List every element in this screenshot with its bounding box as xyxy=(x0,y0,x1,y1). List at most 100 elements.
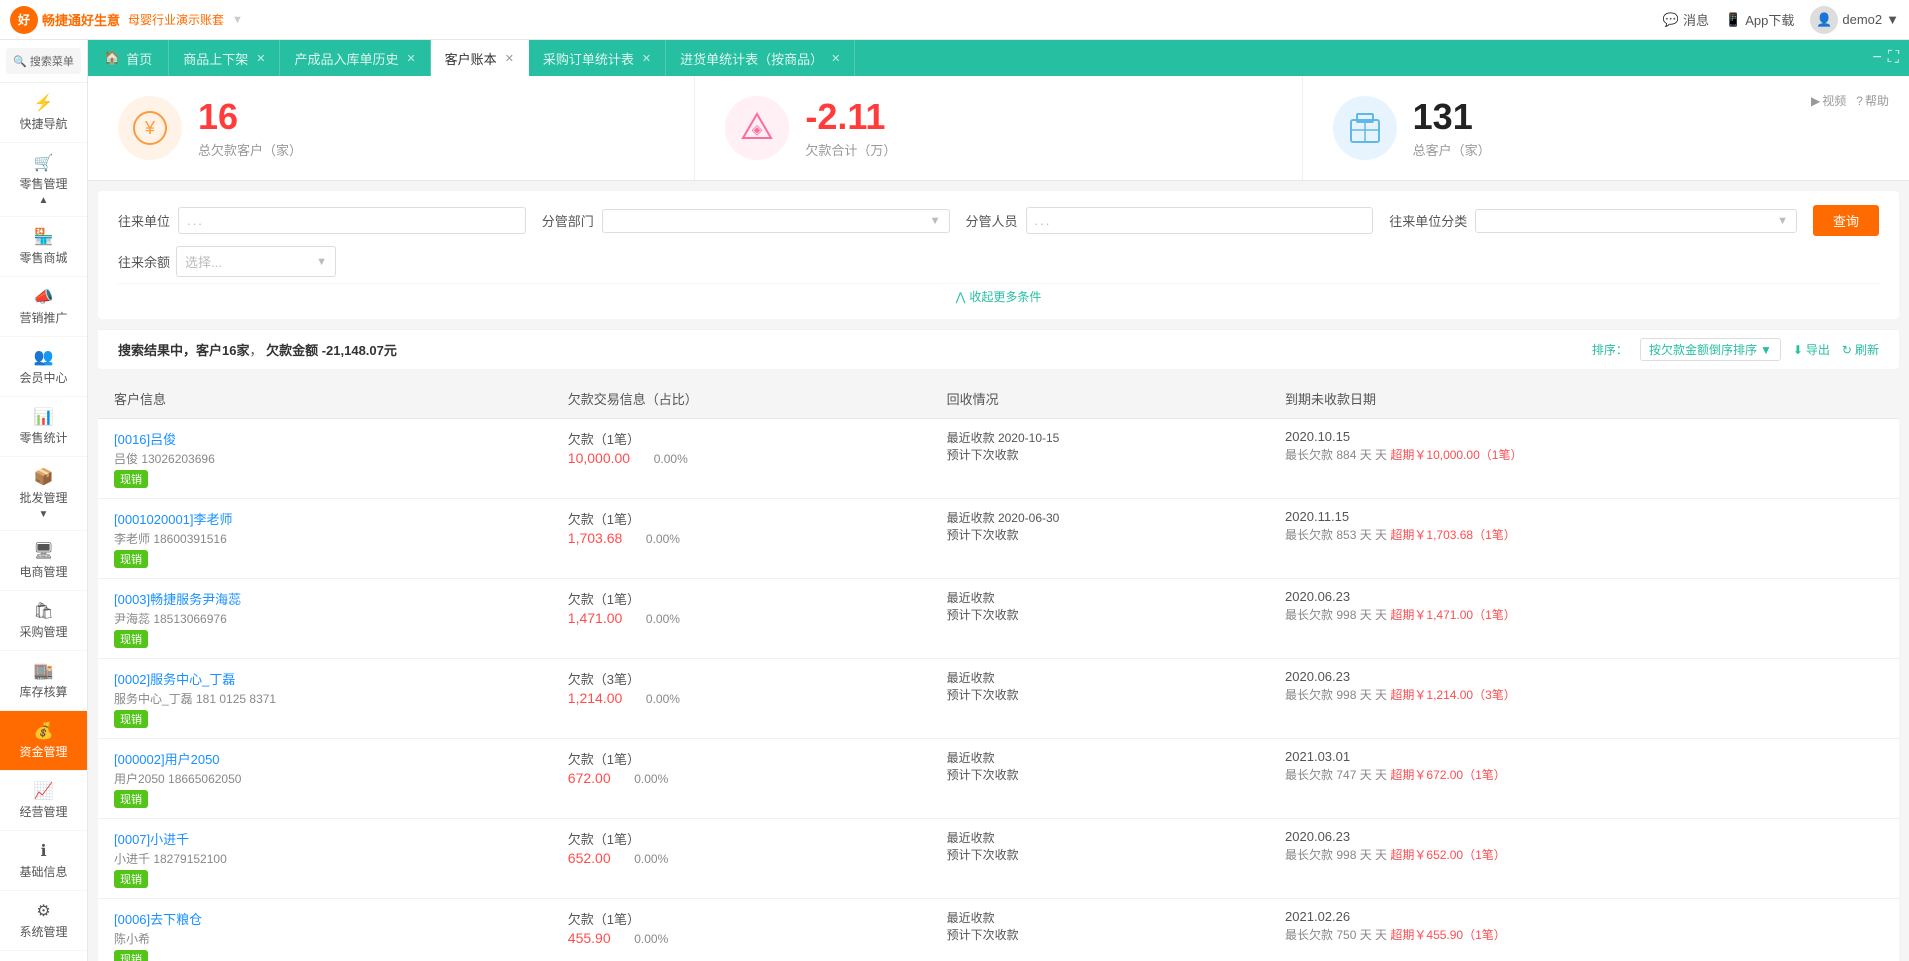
search-button[interactable]: 查询 xyxy=(1813,205,1879,236)
member-icon: 👥 xyxy=(6,347,81,367)
svg-text:¥: ¥ xyxy=(144,118,156,138)
customer-name-link[interactable]: [0003]畅捷服务尹海蕊 xyxy=(114,589,536,608)
sidebar-item-huiyuan[interactable]: 👥 会员中心 xyxy=(0,337,87,397)
cell-recovery-6: 最近收款 预计下次收款 xyxy=(931,899,1269,961)
sort-selector[interactable]: 按欠款金额倒序排序 ▼ xyxy=(1640,338,1781,361)
customer-phone: 服务中心_丁磊 181 0125 8371 xyxy=(114,690,536,707)
overdue-days-text: 最长欠款 747 天 天 xyxy=(1285,768,1390,782)
sidebar-item-kuaijie[interactable]: ⚡ 快捷导航 xyxy=(0,83,87,143)
filter-dept-label: 分管部门 xyxy=(542,211,594,230)
tab-shangpin[interactable]: 商品上下架 ✕ xyxy=(169,40,280,76)
next-label: 预计下次收款 xyxy=(947,768,1019,782)
view-video-btn[interactable]: ▶ 视频 xyxy=(1811,92,1846,109)
tab-close-caigou[interactable]: ✕ xyxy=(642,52,651,65)
filter-customer-input[interactable]: ... xyxy=(178,207,526,234)
sidebar-item-zijin[interactable]: 💰 资金管理 xyxy=(0,711,87,771)
debt-amount: 652.00 xyxy=(568,850,611,866)
next-label: 预计下次收款 xyxy=(947,528,1019,542)
debt-amount: 10,000.00 xyxy=(568,450,630,466)
tab-close-kehuzhangben[interactable]: ✕ xyxy=(505,52,514,65)
debt-customers-number: 16 xyxy=(198,97,302,137)
tab-caigou[interactable]: 采购订单统计表 ✕ xyxy=(529,40,666,76)
overdue-link[interactable]: 超期￥10,000.00（1笔） xyxy=(1390,448,1522,462)
latest-label: 最近收款 xyxy=(947,751,995,765)
sidebar-item-pifaguan[interactable]: 📦 批发管理 ▼ xyxy=(0,457,87,531)
next-label: 预计下次收款 xyxy=(947,608,1019,622)
tab-close-chanchen[interactable]: ✕ xyxy=(406,52,415,65)
cell-customer-3: [0002]服务中心_丁磊 服务中心_丁磊 181 0125 8371 现销 xyxy=(98,659,552,739)
overdue-link[interactable]: 超期￥652.00（1笔） xyxy=(1390,848,1505,862)
user-menu[interactable]: 👤 demo2 ▼ xyxy=(1810,6,1899,34)
store-selector[interactable]: 母婴行业演示账套 xyxy=(128,11,224,28)
sidebar-item-lingshougshangcheng[interactable]: 🏪 零售商城 xyxy=(0,217,87,277)
customer-tag: 现销 xyxy=(114,550,148,568)
latest-label: 最近收款 xyxy=(947,431,995,445)
cell-recovery-5: 最近收款 预计下次收款 xyxy=(931,819,1269,899)
export-btn[interactable]: ⬇ 导出 xyxy=(1793,341,1830,358)
overdue-link[interactable]: 超期￥1,703.68（1笔） xyxy=(1390,528,1515,542)
filter-category-select[interactable]: ▼ xyxy=(1475,209,1797,233)
tab-minimize-btn[interactable]: − xyxy=(1872,49,1881,67)
overdue-days-text: 最长欠款 884 天 天 xyxy=(1285,448,1390,462)
sidebar-item-caigou[interactable]: 🛍 采购管理 xyxy=(0,591,87,651)
sidebar-item-jichuinfo[interactable]: ℹ 基础信息 xyxy=(0,831,87,891)
stats-row: ¥ 16 总欠款客户（家） ◈ -2.11 欠款合计（万） xyxy=(88,76,1909,181)
overdue-link[interactable]: 超期￥1,214.00（3笔） xyxy=(1390,688,1515,702)
overdue-link[interactable]: 超期￥1,471.00（1笔） xyxy=(1390,608,1515,622)
filter-toggle-btn[interactable]: ⋀ 收起更多条件 xyxy=(118,283,1879,309)
customer-name-link[interactable]: [0001020001]李老师 xyxy=(114,509,536,528)
sidebar-item-yingxiao[interactable]: 📣 营销推广 xyxy=(0,277,87,337)
customer-name-link[interactable]: [0006]去下粮仓 xyxy=(114,909,536,928)
overdue-link[interactable]: 超期￥672.00（1笔） xyxy=(1390,768,1505,782)
due-date: 2021.02.26 xyxy=(1285,909,1883,924)
filter-row-2: 往来余额 选择... ▼ xyxy=(118,246,1879,277)
customer-name-link[interactable]: [000002]用户2050 xyxy=(114,749,536,768)
debt-count: 欠款（1笔） xyxy=(568,509,915,528)
next-label: 预计下次收款 xyxy=(947,688,1019,702)
message-btn[interactable]: 💬 消息 xyxy=(1663,10,1709,29)
tab-chanchen[interactable]: 产成品入库单历史 ✕ xyxy=(280,40,430,76)
app-download-btn[interactable]: 📱 App下载 xyxy=(1725,10,1794,29)
sidebar-item-kucun[interactable]: 🏬 库存核算 xyxy=(0,651,87,711)
tab-close-shangpin[interactable]: ✕ xyxy=(256,52,265,65)
sidebar-item-qiyexietong[interactable]: 🤝 企业协同 xyxy=(0,951,87,961)
tab-maximize-btn[interactable]: ⛶ xyxy=(1888,49,1899,67)
overdue-link[interactable]: 超期￥455.90（1笔） xyxy=(1390,928,1505,942)
filter-balance-select[interactable]: 选择... ▼ xyxy=(176,246,336,277)
sidebar-search-area: 🔍 搜索菜单 xyxy=(0,40,87,83)
cell-customer-4: [000002]用户2050 用户2050 18665062050 现销 xyxy=(98,739,552,819)
filter-dept-select[interactable]: ▼ xyxy=(602,209,950,233)
sidebar-item-lingshouguan[interactable]: 🛒 零售管理 ▲ xyxy=(0,143,87,217)
latest-label: 最近收款 xyxy=(947,831,995,845)
filter-category: 往来单位分类 ▼ xyxy=(1389,209,1797,233)
customer-name-link[interactable]: [0016]吕俊 xyxy=(114,429,536,448)
sidebar-item-jingying[interactable]: 📈 经营管理 xyxy=(0,771,87,831)
sidebar-search-btn[interactable]: 🔍 搜索菜单 xyxy=(6,48,81,74)
filter-actions: 查询 xyxy=(1813,205,1879,236)
table-row: [0002]服务中心_丁磊 服务中心_丁磊 181 0125 8371 现销 欠… xyxy=(98,659,1899,739)
debt-total-label: 欠款合计（万） xyxy=(805,140,896,159)
phone-icon: 📱 xyxy=(1725,12,1741,28)
cell-recovery-3: 最近收款 预计下次收款 xyxy=(931,659,1269,739)
stat-card-actions: ▶ 视频 ? 帮助 xyxy=(1811,92,1889,109)
latest-label: 最近收款 xyxy=(947,591,995,605)
tab-close-jinhuo[interactable]: ✕ xyxy=(831,52,840,65)
sidebar-item-lingshoutongji[interactable]: 📊 零售统计 xyxy=(0,397,87,457)
customer-name-link[interactable]: [0007]小进千 xyxy=(114,829,536,848)
tab-kehuzhangben[interactable]: 客户账本 ✕ xyxy=(431,40,529,76)
next-label: 预计下次收款 xyxy=(947,848,1019,862)
debt-count: 欠款（3笔） xyxy=(568,669,915,688)
refresh-btn[interactable]: ↻ 刷新 xyxy=(1842,341,1879,358)
help-btn[interactable]: ? 帮助 xyxy=(1856,92,1889,109)
sidebar-item-xitong[interactable]: ⚙ 系统管理 xyxy=(0,891,87,951)
customer-name-link[interactable]: [0002]服务中心_丁磊 xyxy=(114,669,536,688)
tab-jinhuo[interactable]: 进货单统计表（按商品） ✕ xyxy=(666,40,855,76)
latest-date: 2020-06-30 xyxy=(998,511,1059,525)
filter-manager-input[interactable]: ... xyxy=(1026,207,1374,234)
due-date: 2020.10.15 xyxy=(1285,429,1883,444)
results-summary: 搜索结果中，客户16家， 欠款金额 -21,148.07元 排序： 按欠款金额倒… xyxy=(98,329,1899,369)
debt-percent: 0.00% xyxy=(654,452,688,466)
customer-tag: 现销 xyxy=(114,790,148,808)
tab-home[interactable]: 🏠 首页 xyxy=(88,40,169,76)
sidebar-item-dianshang[interactable]: 🖥 电商管理 xyxy=(0,531,87,591)
